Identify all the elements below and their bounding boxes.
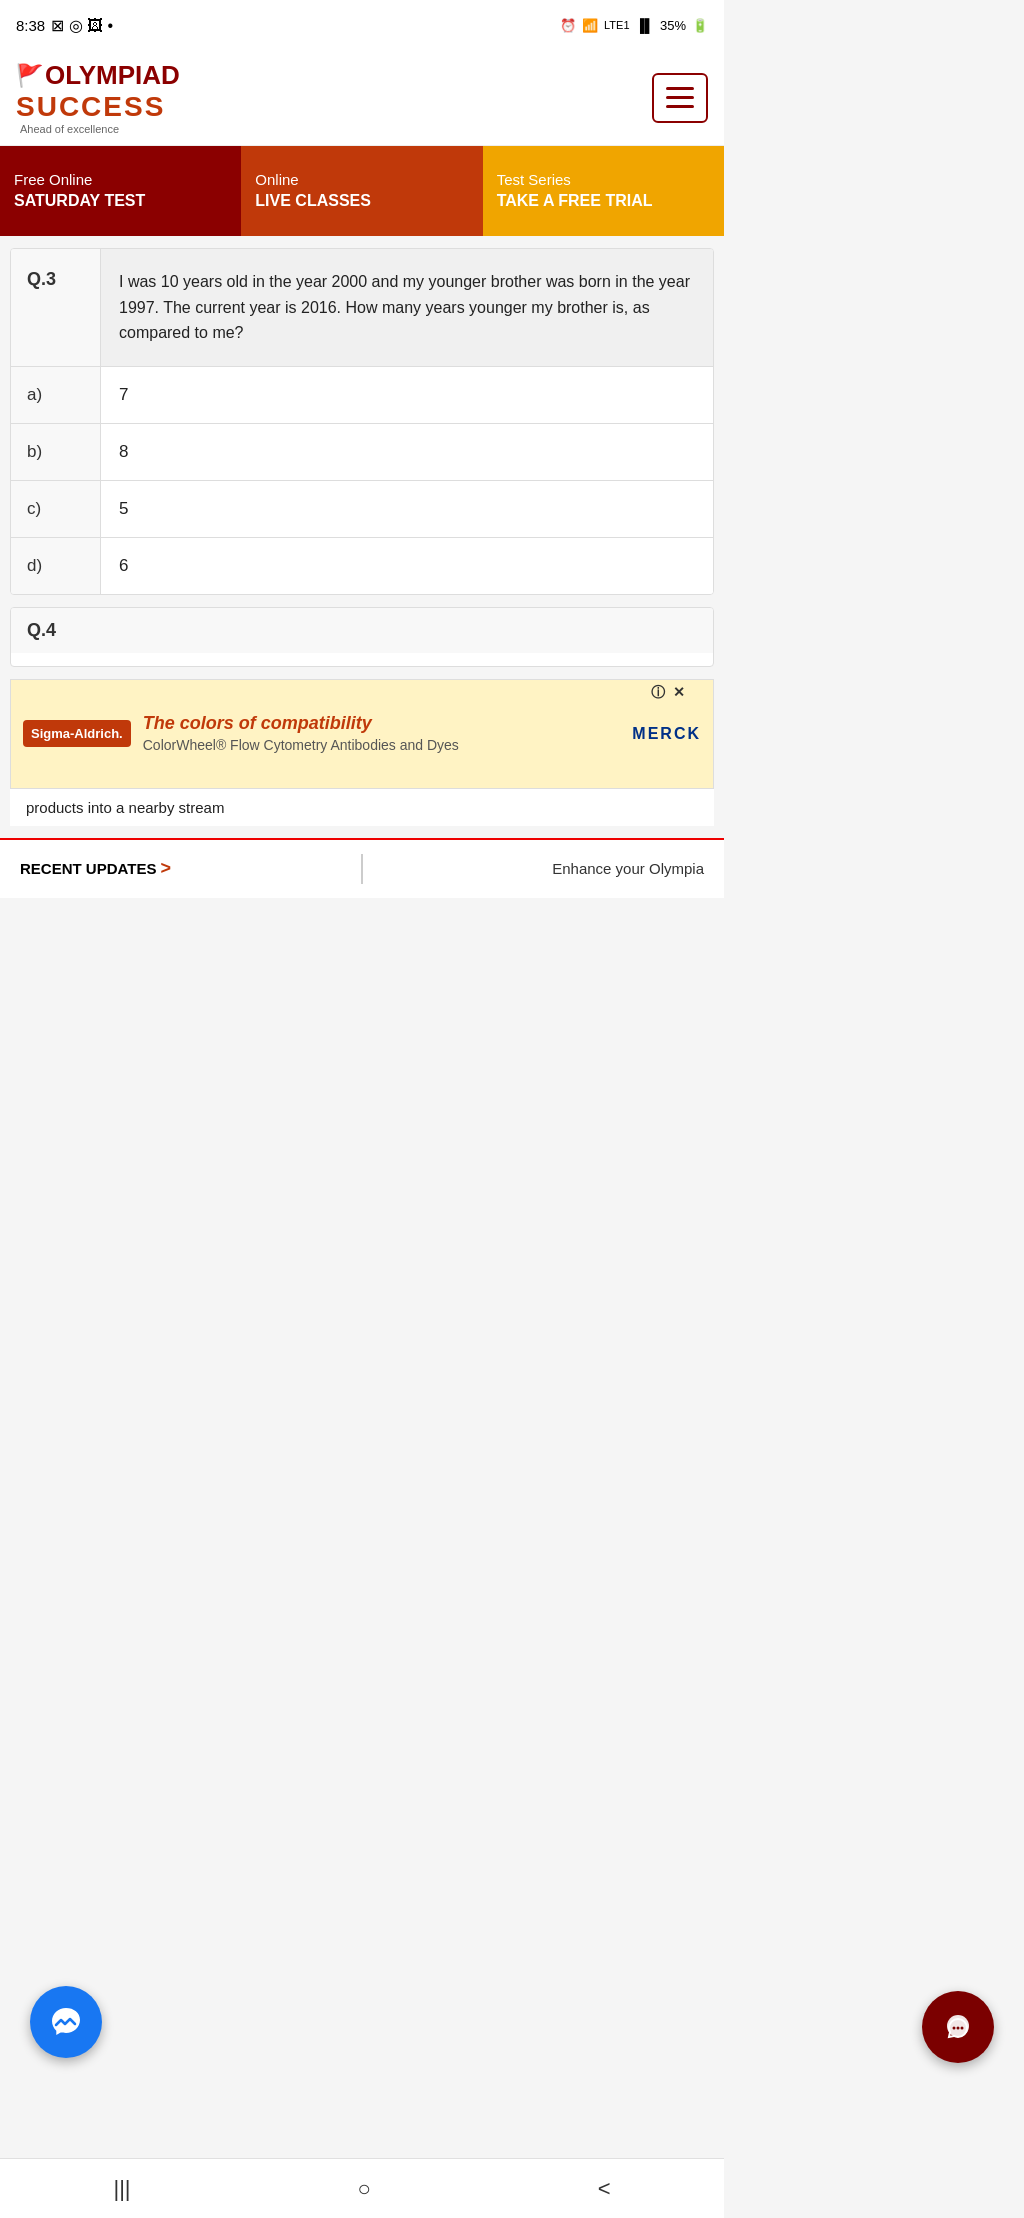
question-3-container: Q.3 I was 10 years old in the year 2000 … <box>10 248 714 595</box>
nav-item-2-light: Online <box>255 171 298 188</box>
question-number: Q.3 <box>11 249 101 366</box>
hamburger-line-3 <box>666 105 694 108</box>
recent-updates-label: RECENT UPDATES <box>20 860 156 877</box>
battery-level: 35% <box>660 18 686 33</box>
messenger-icon <box>48 2004 84 2040</box>
logo-tagline: Ahead of excellence <box>20 123 180 135</box>
ad-close-button[interactable]: ✕ <box>673 684 685 700</box>
nav-item-3-bold: TAKE A FREE TRIAL <box>497 192 653 209</box>
system-nav-bar: ||| ○ < <box>0 2158 724 2218</box>
messenger-fab-button[interactable] <box>30 1986 102 2058</box>
ad-below-text: products into a nearby stream <box>10 789 714 826</box>
merck-logo: MERCK <box>632 725 701 743</box>
ad-subtitle: ColorWheel® Flow Cytometry Antibodies an… <box>143 736 621 754</box>
nav-online-live-classes[interactable]: Online LIVE CLASSES <box>241 146 482 236</box>
status-right-icons: ⏰ 📶 LTE1 ▐▌ 35% 🔋 <box>560 18 708 33</box>
hamburger-line-1 <box>666 87 694 90</box>
system-back-button[interactable]: < <box>598 2176 611 2202</box>
bottom-right-text: Enhance your Olympia <box>552 860 704 877</box>
system-home-button[interactable]: ○ <box>357 2176 370 2202</box>
option-a-label: a) <box>11 367 101 423</box>
battery-icon: 🔋 <box>692 18 708 33</box>
system-recent-button[interactable]: ||| <box>113 2176 130 2202</box>
ad-title: The colors of compatibility <box>143 713 621 734</box>
ad-banner: ⓘ ✕ Sigma-Aldrich. The colors of compati… <box>10 679 714 789</box>
option-c-label: c) <box>11 481 101 537</box>
nav-bar: Free Online SATURDAY TEST Online LIVE CL… <box>0 146 724 236</box>
logo-top: 🚩 OLYMPIAD <box>16 60 180 91</box>
nav-item-3-light: Test Series <box>497 171 571 188</box>
ad-info-icon[interactable]: ⓘ <box>651 684 665 702</box>
logo-success-line: SUCCESS <box>16 91 180 123</box>
ad-below-content: products into a nearby stream <box>26 799 224 816</box>
alarm-icon: ⏰ <box>560 18 576 33</box>
nav-item-1-text: Free Online SATURDAY TEST <box>14 170 145 212</box>
hamburger-menu-button[interactable] <box>652 73 708 123</box>
question-4-partial-container: Q.4 <box>10 607 714 667</box>
ad-content: The colors of compatibility ColorWheel® … <box>143 713 621 754</box>
option-d-row[interactable]: d) 6 <box>11 538 713 594</box>
option-b-value: 8 <box>101 424 713 480</box>
wifi-icon: 📶 <box>582 18 598 33</box>
sigma-aldrich-badge: Sigma-Aldrich. <box>23 720 131 747</box>
bottom-divider <box>361 854 363 884</box>
logo-flag-icon: 🚩 <box>16 63 43 89</box>
status-time: 8:38 ⊠ ◎ 🖼 • <box>16 16 113 35</box>
recent-updates-link[interactable]: RECENT UPDATES > <box>20 858 171 879</box>
chevron-right-icon: > <box>160 858 171 879</box>
option-b-label: b) <box>11 424 101 480</box>
question-row: Q.3 I was 10 years old in the year 2000 … <box>11 249 713 367</box>
option-d-label: d) <box>11 538 101 594</box>
logo: 🚩 OLYMPIAD SUCCESS Ahead of excellence <box>16 60 180 135</box>
app-header: 🚩 OLYMPIAD SUCCESS Ahead of excellence <box>0 50 724 146</box>
hamburger-line-2 <box>666 96 694 99</box>
nav-item-2-text: Online LIVE CLASSES <box>255 170 371 212</box>
notification-icons: ⊠ ◎ 🖼 • <box>51 16 113 35</box>
nav-item-2-bold: LIVE CLASSES <box>255 192 371 209</box>
signal-bars: ▐▌ <box>636 18 654 33</box>
option-a-row[interactable]: a) 7 <box>11 367 713 424</box>
nav-test-series[interactable]: Test Series TAKE A FREE TRIAL <box>483 146 724 236</box>
logo-olympiad: OLYMPIAD <box>45 60 180 91</box>
logo-success: SUCCESS <box>16 91 165 122</box>
option-d-value: 6 <box>101 538 713 594</box>
bottom-bar: RECENT UPDATES > Enhance your Olympia <box>0 838 724 898</box>
nav-item-1-light: Free Online <box>14 171 92 188</box>
option-a-value: 7 <box>101 367 713 423</box>
option-c-row[interactable]: c) 5 <box>11 481 713 538</box>
nav-free-online-saturday[interactable]: Free Online SATURDAY TEST <box>0 146 241 236</box>
time-display: 8:38 <box>16 17 45 34</box>
status-bar: 8:38 ⊠ ◎ 🖼 • ⏰ 📶 LTE1 ▐▌ 35% 🔋 <box>0 0 724 50</box>
option-c-value: 5 <box>101 481 713 537</box>
nav-item-3-text: Test Series TAKE A FREE TRIAL <box>497 170 653 212</box>
question-text: I was 10 years old in the year 2000 and … <box>101 249 713 366</box>
question-4-number: Q.4 <box>11 608 713 653</box>
lte-indicator: LTE1 <box>604 19 629 31</box>
nav-item-1-bold: SATURDAY TEST <box>14 192 145 209</box>
option-b-row[interactable]: b) 8 <box>11 424 713 481</box>
